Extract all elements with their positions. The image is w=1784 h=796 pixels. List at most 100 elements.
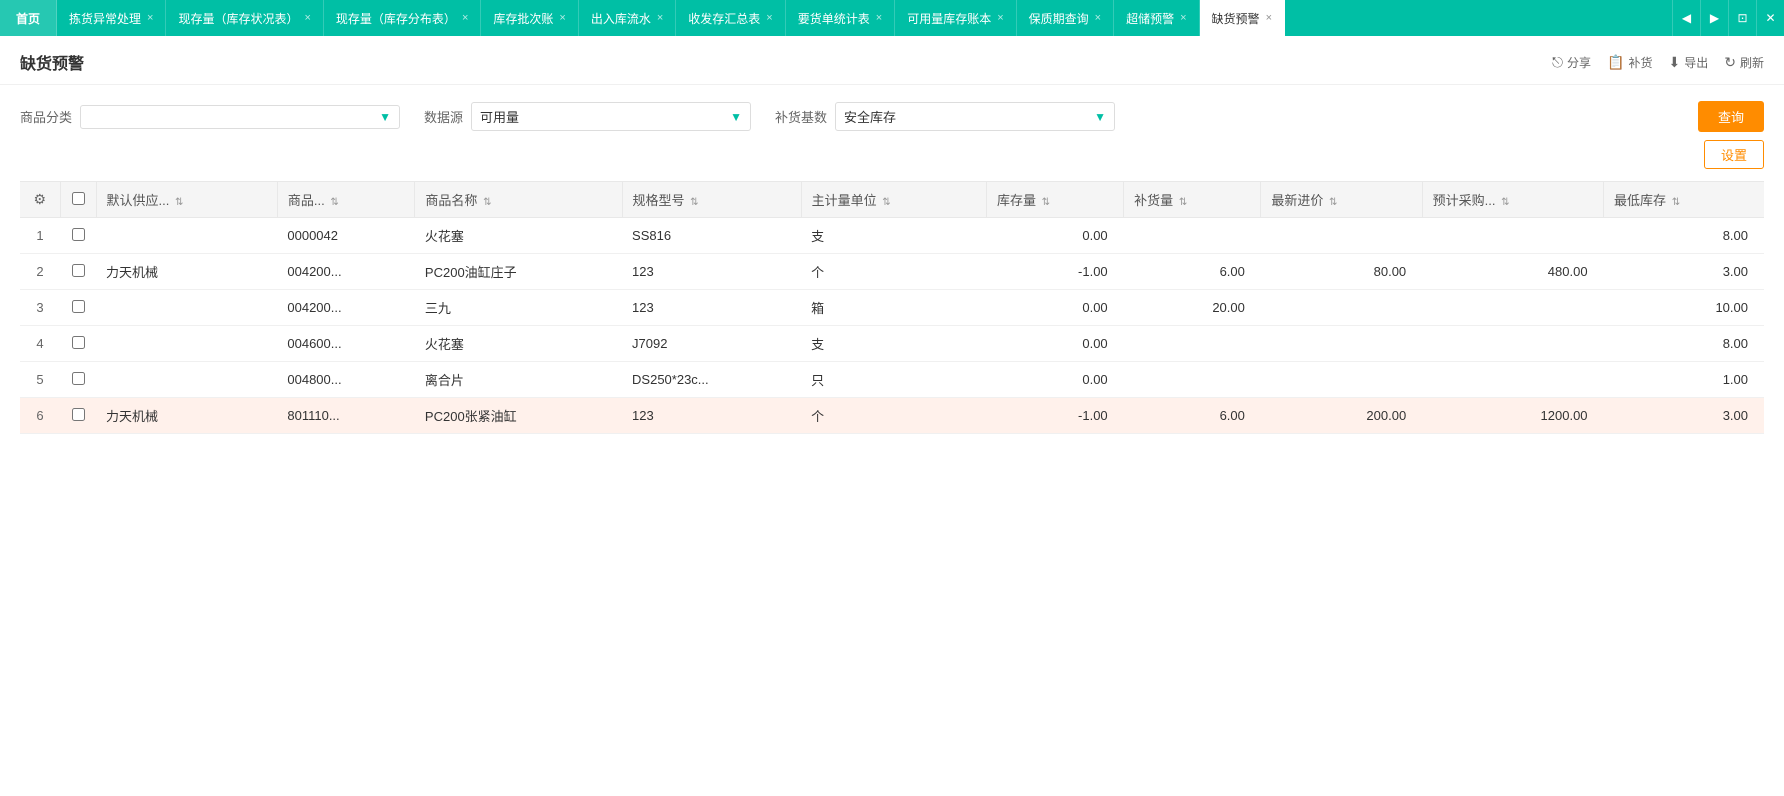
- col-code: 商品... ⇅: [277, 182, 415, 218]
- tab-close-icon[interactable]: ×: [766, 12, 772, 24]
- tab-close-icon[interactable]: ×: [876, 12, 882, 24]
- tab-inventory-dist[interactable]: 现存量（库存分布表） ×: [324, 0, 481, 36]
- tab-requisition[interactable]: 要货单统计表 ×: [786, 0, 895, 36]
- replenish-button[interactable]: 📋 补货: [1607, 54, 1652, 71]
- row-spec: J7092: [622, 326, 801, 362]
- row-number: 4: [20, 326, 60, 362]
- tab-close-icon[interactable]: ×: [1095, 12, 1101, 24]
- row-min-stock: 3.00: [1604, 254, 1764, 290]
- refresh-button[interactable]: ↻ 刷新: [1724, 54, 1764, 71]
- tab-close-icon[interactable]: ×: [559, 12, 565, 24]
- row-min-stock: 8.00: [1604, 218, 1764, 254]
- row-checkbox[interactable]: [72, 264, 85, 277]
- category-select[interactable]: ▼: [80, 105, 400, 129]
- tab-batch-account[interactable]: 库存批次账 ×: [481, 0, 578, 36]
- settings-button[interactable]: 设置: [1704, 140, 1764, 169]
- row-estimate: [1422, 326, 1603, 362]
- category-label: 商品分类: [20, 107, 72, 126]
- row-latest-price: [1261, 290, 1422, 326]
- row-checkbox[interactable]: [72, 336, 85, 349]
- nav-prev-button[interactable]: ◀: [1672, 0, 1700, 36]
- table-row: 1 0000042 火花塞 SS816 支 0.00 8.00: [20, 218, 1764, 254]
- row-checkbox[interactable]: [72, 372, 85, 385]
- sort-icon[interactable]: ⇅: [1672, 197, 1680, 208]
- nav-close-all-button[interactable]: ✕: [1756, 0, 1784, 36]
- tab-close-icon[interactable]: ×: [1266, 12, 1272, 24]
- sort-icon[interactable]: ⇅: [690, 197, 698, 208]
- col-min-stock-label: 最低库存: [1614, 193, 1666, 208]
- sort-icon[interactable]: ⇅: [1501, 197, 1509, 208]
- row-code: 004200...: [277, 254, 415, 290]
- tab-home[interactable]: 首页: [0, 0, 57, 36]
- tab-close-icon[interactable]: ×: [1180, 12, 1186, 24]
- tab-inventory-status[interactable]: 现存量（库存状况表） ×: [166, 0, 323, 36]
- row-number: 5: [20, 362, 60, 398]
- export-button[interactable]: ⬇ 导出: [1669, 54, 1709, 71]
- row-checkbox[interactable]: [72, 408, 85, 421]
- page-title: 缺货预警: [20, 50, 84, 74]
- sort-icon[interactable]: ⇅: [330, 197, 338, 208]
- sort-icon[interactable]: ⇅: [1329, 197, 1337, 208]
- row-checkbox-cell: [60, 254, 96, 290]
- replenish-filter-group: 补货基数 安全库存 ▼: [775, 102, 1115, 131]
- row-code: 801110...: [277, 398, 415, 434]
- row-code: 004800...: [277, 362, 415, 398]
- row-latest-price: 80.00: [1261, 254, 1422, 290]
- page-header: 缺货预警 ⎋ 分享 📋 补货 ⬇ 导出 ↻ 刷新: [0, 36, 1784, 85]
- col-stock: 库存量 ⇅: [986, 182, 1123, 218]
- row-unit: 个: [801, 254, 986, 290]
- export-icon: ⬇: [1669, 54, 1681, 71]
- data-table: ⚙ 默认供应... ⇅ 商品... ⇅ 商品名称 ⇅: [20, 181, 1764, 434]
- sort-icon[interactable]: ⇅: [882, 197, 890, 208]
- tab-close-icon[interactable]: ×: [657, 12, 663, 24]
- tab-close-icon[interactable]: ×: [997, 12, 1003, 24]
- row-replenish: 20.00: [1124, 290, 1261, 326]
- col-replenish: 补货量 ⇅: [1124, 182, 1261, 218]
- refresh-icon: ↻: [1724, 54, 1736, 71]
- row-stock: 0.00: [986, 218, 1123, 254]
- sort-icon[interactable]: ⇅: [1042, 197, 1050, 208]
- share-button[interactable]: ⎋ 分享: [1552, 54, 1591, 71]
- datasource-select[interactable]: 可用量 ▼: [471, 102, 751, 131]
- row-name: 火花塞: [415, 326, 622, 362]
- share-icon: ⎋: [1552, 54, 1563, 71]
- col-estimate-label: 预计采购...: [1433, 193, 1496, 208]
- row-unit: 个: [801, 398, 986, 434]
- nav-arrows: ◀ ▶ ⊡ ✕: [1672, 0, 1784, 36]
- datasource-chevron-icon: ▼: [730, 110, 742, 124]
- row-checkbox[interactable]: [72, 228, 85, 241]
- tab-picking[interactable]: 拣货异常处理 ×: [57, 0, 166, 36]
- replenish-select[interactable]: 安全库存 ▼: [835, 102, 1115, 131]
- row-number: 3: [20, 290, 60, 326]
- row-checkbox-cell: [60, 290, 96, 326]
- row-replenish: 6.00: [1124, 254, 1261, 290]
- nav-next-button[interactable]: ▶: [1700, 0, 1728, 36]
- tab-available-ledger[interactable]: 可用量库存账本 ×: [895, 0, 1016, 36]
- sort-icon[interactable]: ⇅: [1179, 197, 1187, 208]
- row-spec: DS250*23c...: [622, 362, 801, 398]
- tab-inout-flow[interactable]: 出入库流水 ×: [579, 0, 676, 36]
- col-code-label: 商品...: [288, 193, 325, 208]
- select-all-checkbox[interactable]: [72, 192, 85, 205]
- tab-close-icon[interactable]: ×: [304, 12, 310, 24]
- row-spec: SS816: [622, 218, 801, 254]
- col-spec-label: 规格型号: [633, 193, 685, 208]
- tab-overstock[interactable]: 超储预警 ×: [1114, 0, 1199, 36]
- tab-expiry[interactable]: 保质期查询 ×: [1017, 0, 1114, 36]
- query-button[interactable]: 查询: [1698, 101, 1764, 132]
- tab-summary[interactable]: 收发存汇总表 ×: [676, 0, 785, 36]
- row-spec: 123: [622, 290, 801, 326]
- row-latest-price: 200.00: [1261, 398, 1422, 434]
- col-stock-label: 库存量: [997, 193, 1036, 208]
- row-checkbox[interactable]: [72, 300, 85, 313]
- row-min-stock: 1.00: [1604, 362, 1764, 398]
- tab-close-icon[interactable]: ×: [147, 12, 153, 24]
- tab-shortage[interactable]: 缺货预警 ×: [1200, 0, 1285, 36]
- col-check: [60, 182, 96, 218]
- sort-icon[interactable]: ⇅: [483, 197, 491, 208]
- sort-icon[interactable]: ⇅: [175, 197, 183, 208]
- settings-gear-icon[interactable]: ⚙: [33, 191, 46, 207]
- tab-close-icon[interactable]: ×: [462, 12, 468, 24]
- row-unit: 只: [801, 362, 986, 398]
- nav-restore-button[interactable]: ⊡: [1728, 0, 1756, 36]
